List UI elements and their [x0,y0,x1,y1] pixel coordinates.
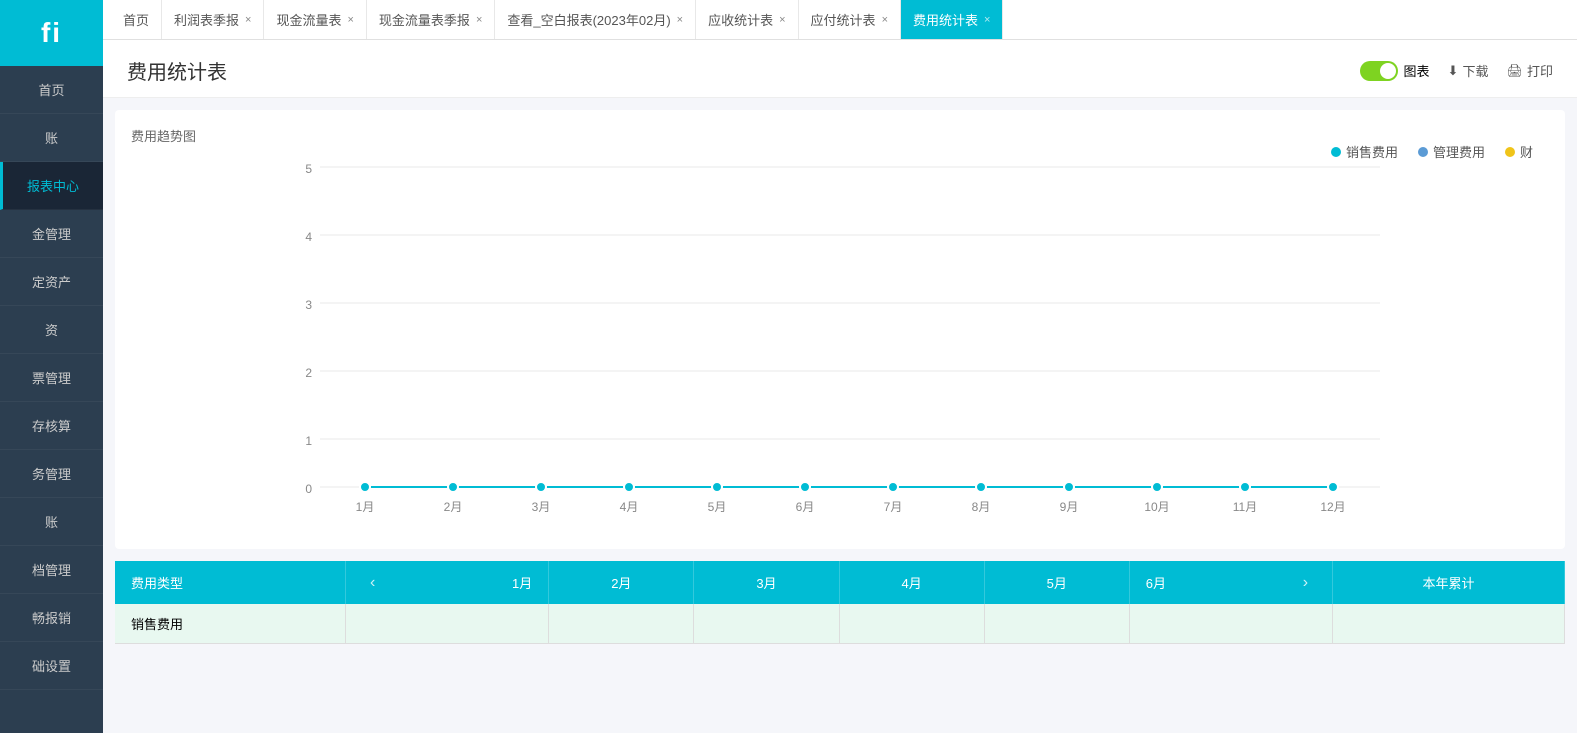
chart-toggle-wrap: 图表 [1360,61,1430,81]
sidebar-item-funds[interactable]: 资 [0,306,103,354]
sidebar-item-archives[interactable]: 档管理 [0,546,103,594]
th-apr: 4月 [839,561,984,604]
chart-toggle-label: 图表 [1404,61,1430,80]
table-section: 费用类型 ‹ 1月 2月 3月 4月 5月 [115,561,1565,644]
td-may [984,604,1129,644]
svg-text:3: 3 [305,298,312,312]
app-logo: fi [0,0,103,66]
print-icon: 🖨 [1506,63,1523,79]
close-tab-receivable[interactable]: × [779,14,785,26]
download-button[interactable]: ⬇ 下载 [1448,61,1489,80]
svg-text:11月: 11月 [1233,500,1257,513]
table-header-row: 费用类型 ‹ 1月 2月 3月 4月 5月 [115,561,1565,604]
svg-text:8月: 8月 [972,500,991,513]
th-feb: 2月 [549,561,694,604]
sidebar-item-ledger[interactable]: 账 [0,114,103,162]
svg-text:5月: 5月 [708,500,727,513]
th-ytd: 本年累计 [1333,561,1565,604]
svg-text:10月: 10月 [1144,500,1169,513]
td-feb [549,604,694,644]
svg-text:2月: 2月 [444,500,463,513]
td-jan [345,604,548,644]
th-expense-type: 费用类型 [115,561,345,604]
th-mar: 3月 [694,561,839,604]
sidebar-item-expense[interactable]: 畅报销 [0,594,103,642]
svg-text:5: 5 [305,162,312,176]
sidebar-item-inventory[interactable]: 存核算 [0,402,103,450]
td-ytd [1333,604,1565,644]
tab-bar: 首页 利润表季报 × 现金流量表 × 现金流量表季报 × 查看_空白报表(202… [103,0,1577,40]
sidebar-item-tickets[interactable]: 票管理 [0,354,103,402]
sidebar: fi 首页 账 报表中心 金管理 定资产 资 票管理 存核算 务管理 账 档管理… [0,0,103,733]
sidebar-item-cash[interactable]: 金管理 [0,210,103,258]
tab-blank-report[interactable]: 查看_空白报表(2023年02月) × [495,0,696,40]
sidebar-item-settings[interactable]: 础设置 [0,642,103,690]
svg-text:3月: 3月 [532,500,551,513]
print-button[interactable]: 🖨 打印 [1506,61,1553,80]
close-tab-profit-quarterly[interactable]: × [245,14,251,26]
page-title: 费用统计表 [127,56,227,85]
tab-cashflow[interactable]: 现金流量表 × [264,0,366,40]
td-jun [1129,604,1332,644]
sidebar-item-reports[interactable]: 报表中心 [0,162,103,210]
chart-toggle[interactable] [1360,61,1398,81]
table-row: 销售费用 [115,604,1565,644]
th-may: 5月 [984,561,1129,604]
svg-text:1月: 1月 [356,500,375,513]
th-col-prev: ‹ 1月 [345,561,548,604]
close-tab-blank-report[interactable]: × [677,14,683,26]
tab-profit-quarterly[interactable]: 利润表季报 × [162,0,264,40]
tab-expense-stats[interactable]: 费用统计表 × [901,0,1003,40]
td-apr [839,604,984,644]
svg-text:4月: 4月 [620,500,639,513]
chart-section: 费用趋势图 销售费用 管理费用 财 [115,110,1565,549]
svg-text:7月: 7月 [884,500,903,513]
svg-text:4: 4 [305,230,312,244]
svg-text:9月: 9月 [1060,500,1079,513]
download-icon: ⬇ [1448,63,1459,79]
main-area: 首页 利润表季报 × 现金流量表 × 现金流量表季报 × 查看_空白报表(202… [103,0,1577,733]
tab-home[interactable]: 首页 [111,0,162,40]
svg-text:2: 2 [305,366,312,380]
tab-receivable[interactable]: 应收统计表 × [696,0,798,40]
close-tab-cashflow-quarterly[interactable]: × [476,14,482,26]
svg-text:6月: 6月 [796,500,815,513]
sidebar-item-account2[interactable]: 账 [0,498,103,546]
chart-svg-container: 5 4 3 2 1 0 [131,153,1549,533]
page-content: 费用统计表 图表 ⬇ 下载 🖨 打印 费用趋势图 [103,40,1577,733]
prev-month-arrow[interactable]: ‹ [362,574,383,592]
tab-payable[interactable]: 应付统计表 × [799,0,901,40]
td-type: 销售费用 [115,604,345,644]
svg-text:12月: 12月 [1320,500,1345,513]
sidebar-item-home[interactable]: 首页 [0,66,103,114]
close-tab-expense-stats[interactable]: × [984,14,990,26]
chart-svg: 5 4 3 2 1 0 [131,153,1549,513]
next-month-arrow[interactable]: › [1295,574,1316,592]
th-jun: 6月 › [1129,561,1332,604]
close-tab-payable[interactable]: × [882,14,888,26]
svg-text:1: 1 [305,434,312,448]
page-header: 费用统计表 图表 ⬇ 下载 🖨 打印 [103,40,1577,98]
td-mar [694,604,839,644]
svg-text:0: 0 [305,482,312,496]
header-actions: 图表 ⬇ 下载 🖨 打印 [1360,61,1553,81]
chart-wrap: 费用趋势图 销售费用 管理费用 财 [131,126,1549,533]
sidebar-item-services[interactable]: 务管理 [0,450,103,498]
sidebar-item-assets[interactable]: 定资产 [0,258,103,306]
close-tab-cashflow[interactable]: × [347,14,353,26]
tab-cashflow-quarterly[interactable]: 现金流量表季报 × [367,0,495,40]
expense-table: 费用类型 ‹ 1月 2月 3月 4月 5月 [115,561,1565,644]
